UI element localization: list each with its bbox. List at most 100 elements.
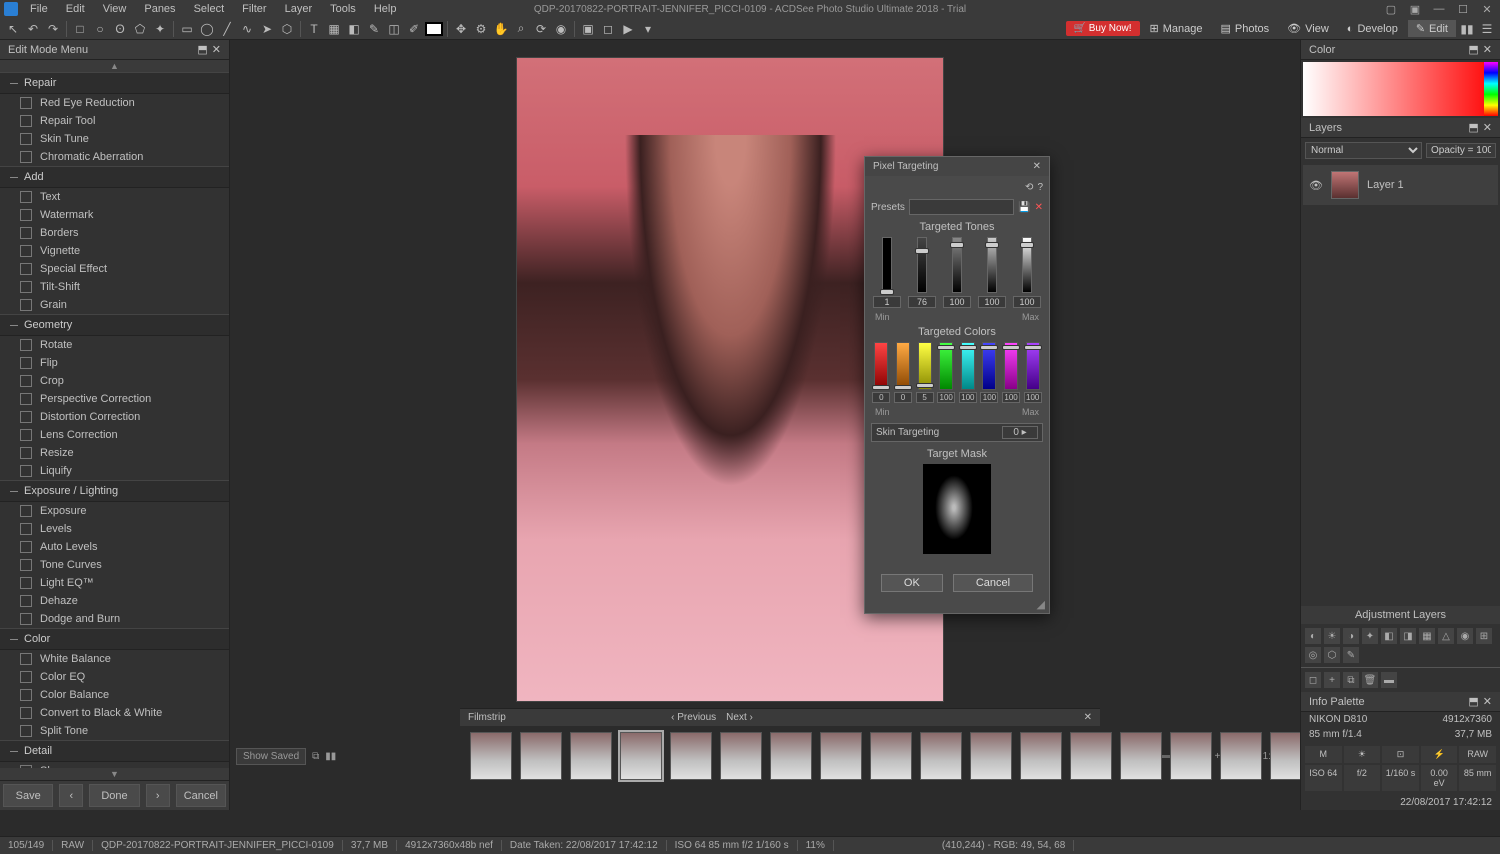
filmstrip-thumb[interactable]: [670, 732, 712, 780]
shape-curve-icon[interactable]: ∿: [238, 20, 256, 38]
category-detail[interactable]: Detail: [0, 740, 229, 762]
filmstrip-thumb[interactable]: [1270, 732, 1300, 780]
tool-item[interactable]: White Balance: [0, 650, 229, 668]
play-icon[interactable]: ▶: [619, 20, 637, 38]
filmstrip-thumb[interactable]: [870, 732, 912, 780]
tool-item[interactable]: Exposure: [0, 502, 229, 520]
tone-value[interactable]: 1: [873, 296, 901, 308]
adjustment-icon[interactable]: △: [1438, 628, 1454, 644]
color-pin-icon[interactable]: ⬒: [1468, 43, 1478, 56]
color-slider[interactable]: [918, 342, 932, 390]
show-saved-button[interactable]: Show Saved: [236, 748, 306, 765]
color-value[interactable]: 100: [1002, 392, 1020, 403]
menu-tools[interactable]: Tools: [322, 1, 364, 17]
color-swatch-icon[interactable]: [425, 22, 443, 36]
layer-item[interactable]: 👁 Layer 1: [1303, 165, 1498, 205]
adjustment-icon[interactable]: ◨: [1400, 628, 1416, 644]
resize-grip-icon[interactable]: ◢: [865, 598, 1049, 613]
manage-tab[interactable]: ⊞Manage: [1142, 20, 1211, 37]
tone-value[interactable]: 100: [1013, 296, 1041, 308]
tool-item[interactable]: Crop: [0, 372, 229, 390]
add-mask-icon[interactable]: +: [1324, 672, 1340, 688]
filmstrip-thumb[interactable]: [1170, 732, 1212, 780]
eraser-tool-icon[interactable]: ◫: [385, 20, 403, 38]
tool-item[interactable]: Resize: [0, 444, 229, 462]
tone-value[interactable]: 100: [943, 296, 971, 308]
histogram-icon[interactable]: ▮▮: [1458, 20, 1476, 38]
filmstrip-thumb[interactable]: [770, 732, 812, 780]
view-tab[interactable]: 👁View: [1279, 20, 1337, 37]
dropdown-icon[interactable]: ▾: [639, 20, 657, 38]
filmstrip-thumb[interactable]: [1020, 732, 1062, 780]
filmstrip-thumb[interactable]: [620, 732, 662, 780]
tool-item[interactable]: Repair Tool: [0, 112, 229, 130]
fit-icon[interactable]: ▣: [579, 20, 597, 38]
shape-arrow-icon[interactable]: ➤: [258, 20, 276, 38]
misc-tool-icon[interactable]: ◉: [552, 20, 570, 38]
tool-item[interactable]: Red Eye Reduction: [0, 94, 229, 112]
category-geometry[interactable]: Geometry: [0, 314, 229, 336]
shape-rect-icon[interactable]: ▭: [178, 20, 196, 38]
color-value[interactable]: 100: [937, 392, 955, 403]
shape-line-icon[interactable]: ╱: [218, 20, 236, 38]
menu-edit[interactable]: Edit: [58, 1, 93, 17]
compare-icon[interactable]: ⧉: [312, 751, 319, 762]
filmstrip-thumb[interactable]: [470, 732, 512, 780]
color-slider[interactable]: [961, 342, 975, 390]
scroll-down-icon[interactable]: ▼: [0, 768, 229, 780]
color-slider[interactable]: [896, 342, 910, 390]
canvas-area[interactable]: Show Saved ⧉ ▮▮ Use the Hand tool to pan…: [230, 40, 1300, 810]
color-value[interactable]: 100: [980, 392, 998, 403]
delete-preset-icon[interactable]: ✕: [1035, 202, 1043, 213]
next-button[interactable]: ›: [146, 784, 170, 807]
adjustment-icon[interactable]: ☀: [1324, 628, 1340, 644]
filmstrip-thumb[interactable]: [920, 732, 962, 780]
tool-item[interactable]: Perspective Correction: [0, 390, 229, 408]
category-color[interactable]: Color: [0, 628, 229, 650]
select-ellipse-icon[interactable]: ○: [91, 20, 109, 38]
filmstrip-next-button[interactable]: Next ›: [726, 712, 753, 723]
color-slider[interactable]: [939, 342, 953, 390]
color-value[interactable]: 5: [916, 392, 934, 403]
ok-button[interactable]: OK: [881, 574, 943, 592]
tool-item[interactable]: Borders: [0, 224, 229, 242]
save-button[interactable]: Save: [3, 784, 53, 807]
color-value[interactable]: 100: [959, 392, 977, 403]
layers-pin-icon[interactable]: ⬒: [1468, 121, 1478, 134]
develop-tab[interactable]: ◐Develop: [1339, 21, 1406, 37]
filmstrip-thumb[interactable]: [1070, 732, 1112, 780]
minimize-icon[interactable]: —: [1430, 3, 1448, 16]
menu-help[interactable]: Help: [366, 1, 405, 17]
tool-item[interactable]: Chromatic Aberration: [0, 148, 229, 166]
photos-tab[interactable]: ▤Photos: [1213, 20, 1278, 37]
select-rect-icon[interactable]: □: [71, 20, 89, 38]
rotate-tool-icon[interactable]: ⟳: [532, 20, 550, 38]
menu-file[interactable]: File: [22, 1, 56, 17]
tool-item[interactable]: Text: [0, 188, 229, 206]
tool-item[interactable]: Auto Levels: [0, 538, 229, 556]
opacity-input[interactable]: [1426, 143, 1496, 158]
tone-value[interactable]: 76: [908, 296, 936, 308]
cancel-button[interactable]: Cancel: [176, 784, 226, 807]
new-layer-icon[interactable]: ◻: [1305, 672, 1321, 688]
filmstrip-thumb[interactable]: [720, 732, 762, 780]
gradient-tool-icon[interactable]: ◧: [345, 20, 363, 38]
move-tool-icon[interactable]: ✥: [452, 20, 470, 38]
adjustment-icon[interactable]: ◎: [1305, 647, 1321, 663]
adjustment-icon[interactable]: ◑: [1343, 628, 1359, 644]
tool-item[interactable]: Light EQ™: [0, 574, 229, 592]
done-button[interactable]: Done: [89, 784, 139, 807]
prev-button[interactable]: ‹: [59, 784, 83, 807]
tool-item[interactable]: Vignette: [0, 242, 229, 260]
zoom-tool-icon[interactable]: ⌕: [512, 20, 530, 38]
link-icon[interactable]: ⧉: [1343, 672, 1359, 688]
adjustment-icon[interactable]: ✦: [1362, 628, 1378, 644]
category-add[interactable]: Add: [0, 166, 229, 188]
filmstrip-thumb[interactable]: [520, 732, 562, 780]
menu-filter[interactable]: Filter: [234, 1, 274, 17]
adjustment-icon[interactable]: ◐: [1305, 628, 1321, 644]
color-picker[interactable]: [1303, 62, 1498, 116]
adjustment-icon[interactable]: ✎: [1343, 647, 1359, 663]
fill-tool-icon[interactable]: ▦: [325, 20, 343, 38]
actual-icon[interactable]: ◻: [599, 20, 617, 38]
